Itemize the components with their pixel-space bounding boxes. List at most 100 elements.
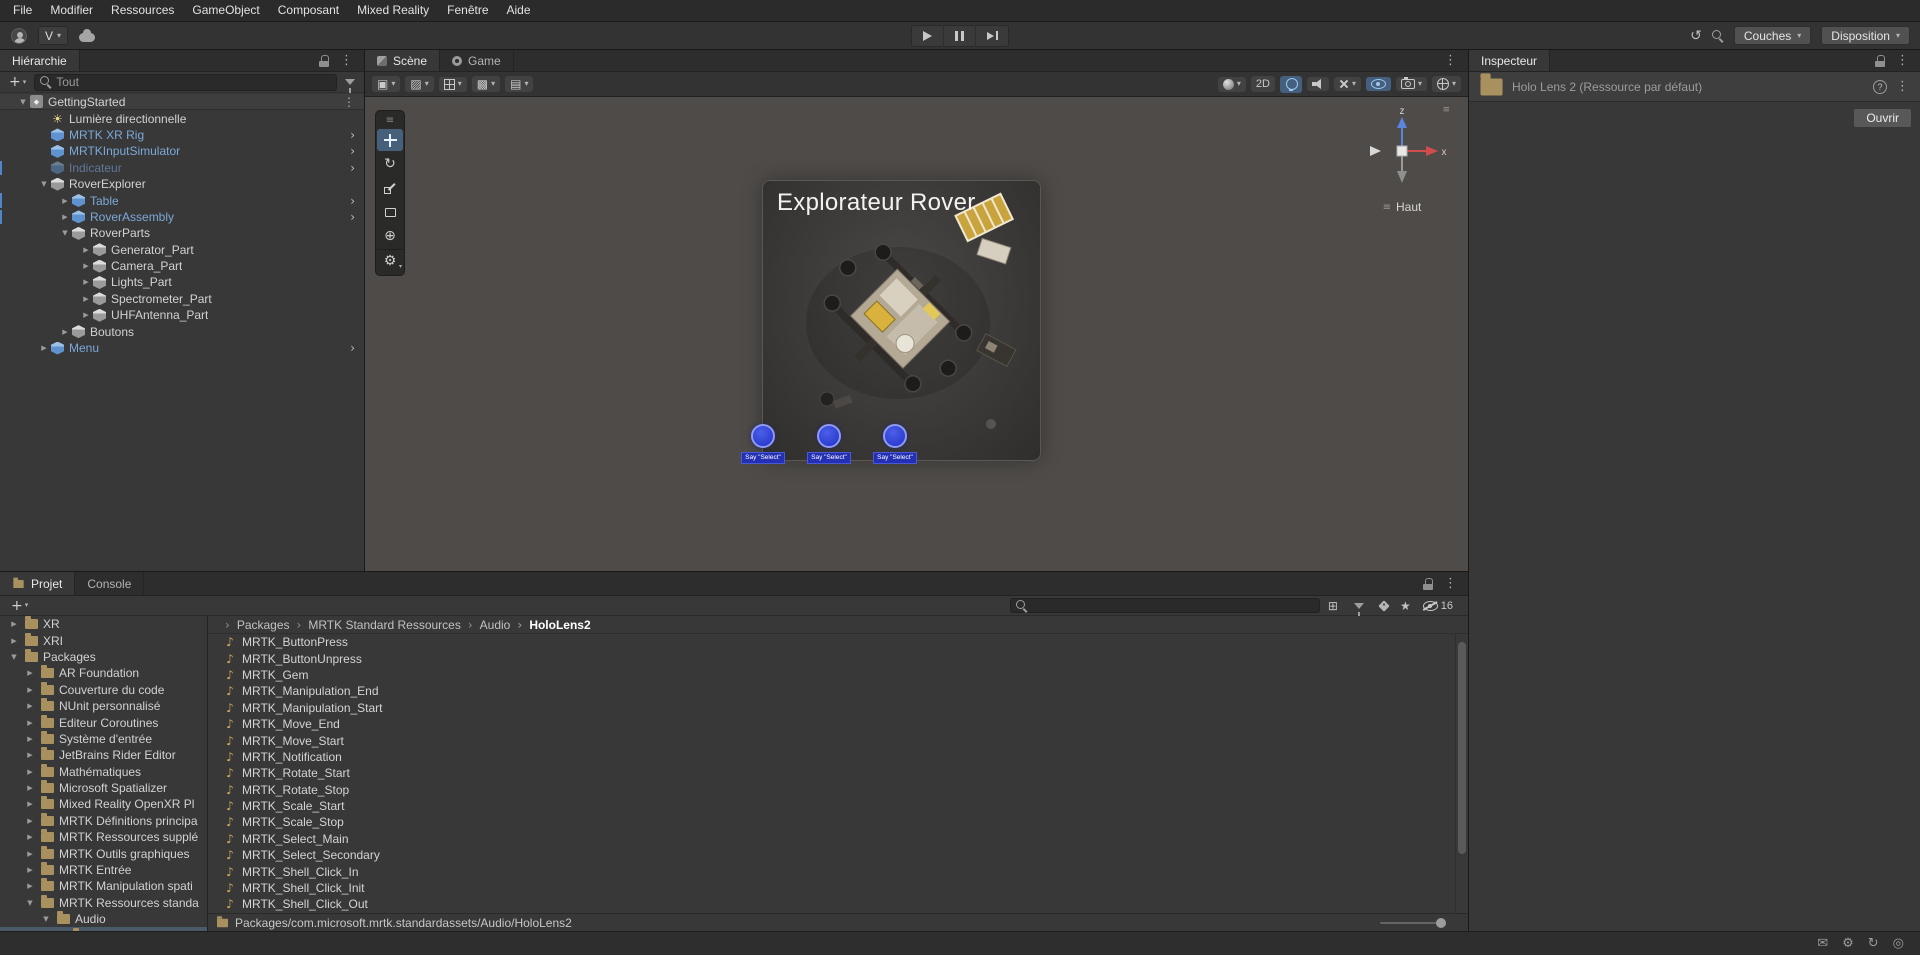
filter-by-type-icon[interactable] <box>1354 603 1364 609</box>
panel-menu-icon[interactable]: ⋮ <box>1441 576 1460 591</box>
expand-arrow-icon[interactable] <box>79 278 93 286</box>
open-in-search-icon[interactable]: ⊞ <box>1328 600 1338 612</box>
hierarchy-item[interactable]: GettingStarted › ⋮ <box>0 94 364 110</box>
scene-tool[interactable]: ⊕ <box>377 225 403 247</box>
layers-dropdown[interactable]: Couches ▾ <box>1734 26 1811 45</box>
mode-2d-toggle[interactable]: 2D <box>1251 76 1275 92</box>
play-button[interactable] <box>912 26 944 46</box>
pressable-button[interactable]: Say "Select" <box>873 424 917 464</box>
asset-item[interactable]: ♪ MRTK_ButtonPress <box>208 634 1455 650</box>
hierarchy-item[interactable]: RoverExplorer › ⋮ <box>0 176 364 192</box>
cloud-button[interactable] <box>76 26 98 46</box>
expand-arrow-icon[interactable] <box>24 882 36 890</box>
orientation-gizmo[interactable]: ≡ z x ≡ Haut <box>1354 103 1450 214</box>
scene-menu-icon[interactable]: ⋮ <box>338 95 360 109</box>
breadcrumb-item[interactable]: MRTK Standard Ressources <box>290 618 461 632</box>
menu-item[interactable]: Aide <box>498 0 540 21</box>
panel-menu-icon[interactable]: ⋮ <box>337 53 356 68</box>
version-control-dropdown[interactable]: V ▾ <box>38 26 68 45</box>
axis-gizmo[interactable]: z x <box>1354 103 1450 199</box>
menu-item[interactable]: Modifier <box>41 0 102 21</box>
asset-item[interactable]: ♪ MRTK_Shell_Click_Init <box>208 880 1455 896</box>
prefab-open-chevron-icon[interactable]: › <box>345 144 360 158</box>
scrollbar[interactable] <box>1455 634 1468 913</box>
hidden-packages-count[interactable]: 16 <box>1423 600 1453 612</box>
prefab-open-chevron-icon[interactable]: › <box>345 341 360 355</box>
pressable-button[interactable]: Say "Select" <box>807 424 851 464</box>
expand-arrow-icon[interactable] <box>24 751 36 759</box>
hierarchy-item[interactable]: Menu › ⋮ <box>0 340 364 356</box>
menu-item[interactable]: GameObject <box>183 0 268 21</box>
menu-item[interactable]: Composant <box>269 0 348 21</box>
scrollbar-thumb[interactable] <box>1458 642 1466 854</box>
folder-item[interactable]: MRTK Définitions principa <box>0 813 207 829</box>
slider-knob[interactable] <box>1436 918 1446 928</box>
breadcrumb-item[interactable]: HoloLens2 <box>510 618 590 632</box>
breadcrumb-item[interactable]: Packages <box>218 618 290 632</box>
asset-item[interactable]: ♪ MRTK_Gem <box>208 667 1455 683</box>
pause-button[interactable] <box>944 26 976 46</box>
folder-item[interactable]: XR <box>0 616 207 632</box>
folder-item[interactable]: NUnit personnalisé <box>0 698 207 714</box>
hierarchy-item[interactable]: Boutons › ⋮ <box>0 323 364 339</box>
settings-gear-icon[interactable]: ⚙ <box>1842 937 1854 950</box>
shading-dropdown[interactable]: ▨▾ <box>405 76 433 92</box>
expand-arrow-icon[interactable] <box>8 620 20 628</box>
scene-canvas[interactable]: ≡ ↻ <box>365 97 1468 571</box>
asset-menu-icon[interactable]: ⋮ <box>1893 79 1912 94</box>
expand-arrow-icon[interactable] <box>24 817 36 825</box>
messages-icon[interactable]: ✉ <box>1817 937 1828 950</box>
tab-projet[interactable]: Projet <box>0 572 75 595</box>
hierarchy-item[interactable]: Indicateur › ⋮ <box>0 160 364 176</box>
asset-item[interactable]: ♪ MRTK_Scale_Stop <box>208 814 1455 830</box>
filter-by-label-icon[interactable] <box>1378 600 1389 611</box>
project-search-field[interactable] <box>1010 598 1320 613</box>
folder-item[interactable]: MRTK Entrée <box>0 862 207 878</box>
progress-icon[interactable]: ◎ <box>1893 937 1904 950</box>
expand-arrow-icon[interactable] <box>24 702 36 710</box>
hierarchy-item[interactable]: Lumière directionnelle › ⋮ <box>0 110 364 126</box>
open-button[interactable]: Ouvrir <box>1853 108 1912 128</box>
breadcrumb-item[interactable]: Audio <box>461 618 511 632</box>
folder-item[interactable]: MRTK Manipulation spati <box>0 878 207 894</box>
lock-icon[interactable] <box>1875 55 1885 67</box>
tab-inspecteur[interactable]: Inspecteur <box>1469 50 1550 71</box>
hierarchy-item[interactable]: Spectrometer_Part › ⋮ <box>0 291 364 307</box>
folder-item[interactable]: Système d'entrée <box>0 731 207 747</box>
asset-item[interactable]: ♪ MRTK_Manipulation_Start <box>208 700 1455 716</box>
folder-item[interactable]: Mathématiques <box>0 764 207 780</box>
folder-item[interactable]: Editeur Coroutines <box>0 714 207 730</box>
undo-history-icon[interactable]: ↺ <box>1690 29 1702 43</box>
global-search-icon[interactable] <box>1712 30 1724 42</box>
hierarchy-item[interactable]: MRTK XR Rig › ⋮ <box>0 127 364 143</box>
panel-menu-icon[interactable]: ⋮ <box>1893 53 1912 68</box>
hierarchy-item[interactable]: UHFAntenna_Part › ⋮ <box>0 307 364 323</box>
hierarchy-search-input[interactable] <box>56 75 331 89</box>
expand-arrow-icon[interactable] <box>58 197 72 205</box>
hierarchy-item[interactable]: Camera_Part › ⋮ <box>0 258 364 274</box>
prefab-open-chevron-icon[interactable]: › <box>345 210 360 224</box>
expand-arrow-icon[interactable] <box>24 866 36 874</box>
asset-item[interactable]: ♪ MRTK_ButtonUnpress <box>208 650 1455 666</box>
folder-item[interactable]: JetBrains Rider Editor <box>0 747 207 763</box>
tab-hierarchie[interactable]: Hiérarchie <box>0 50 80 71</box>
expand-arrow-icon[interactable] <box>40 915 52 923</box>
refresh-icon[interactable]: ↻ <box>1868 937 1879 950</box>
step-button[interactable] <box>976 26 1008 46</box>
view-preset-label[interactable]: ≡ Haut <box>1354 200 1450 214</box>
asset-item[interactable]: ♪ MRTK_Shell_Click_Out <box>208 896 1455 912</box>
asset-item[interactable]: ♪ MRTK_Select_Secondary <box>208 847 1455 863</box>
pressable-button[interactable]: Say "Select" <box>741 424 785 464</box>
hierarchy-item[interactable]: RoverParts › ⋮ <box>0 225 364 241</box>
menu-item[interactable]: Fenêtre <box>438 0 497 21</box>
scene-tool[interactable]: ↻ <box>377 153 403 175</box>
effects-dropdown[interactable]: ▾ <box>1334 77 1361 91</box>
asset-item[interactable]: ♪ MRTK_Shell_Click_In <box>208 863 1455 879</box>
help-icon[interactable]: ? <box>1873 80 1887 94</box>
asset-item[interactable]: ♪ MRTK_Select_Main <box>208 831 1455 847</box>
expand-arrow-icon[interactable] <box>79 246 93 254</box>
expand-arrow-icon[interactable] <box>8 653 20 661</box>
expand-arrow-icon[interactable] <box>24 784 36 792</box>
expand-arrow-icon[interactable] <box>24 899 36 907</box>
create-asset-button[interactable]: +▾ <box>7 598 32 614</box>
